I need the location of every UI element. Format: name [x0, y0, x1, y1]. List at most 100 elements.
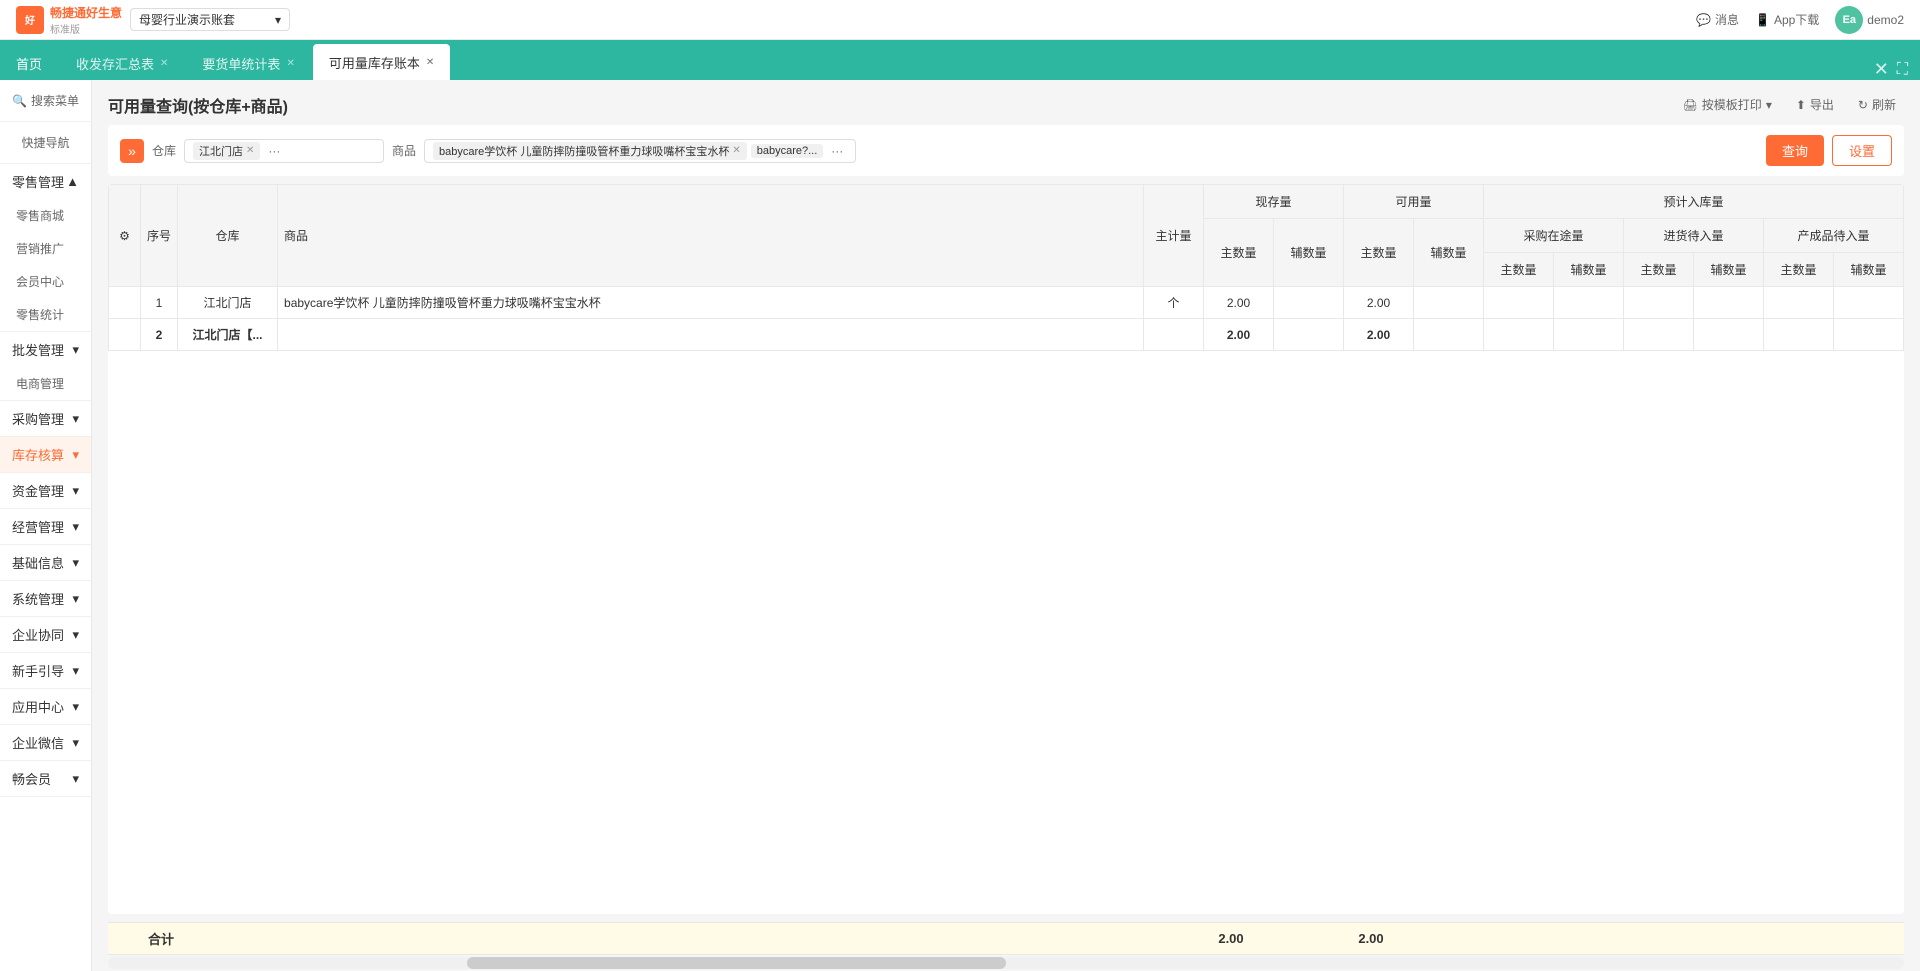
sidebar-section-retail-title[interactable]: 零售管理 ▲ [0, 164, 91, 199]
filter-expand-button[interactable]: » [120, 139, 144, 163]
sidebar: 🔍 搜索菜单 快捷导航 零售管理 ▲ 零售商城 营销推广 会员中心 零售统计 批… [0, 80, 92, 971]
refresh-button[interactable]: ↻ 刷新 [1850, 92, 1904, 117]
sidebar-section-wechat-title[interactable]: 企业微信 ▾ [0, 725, 91, 760]
horizontal-scrollbar[interactable] [108, 957, 1904, 969]
sidebar-item-members[interactable]: 会员中心 [0, 265, 91, 298]
sidebar-section-appstore-title[interactable]: 应用中心 ▾ [0, 689, 91, 724]
settings-icon[interactable]: ⚙ [119, 229, 130, 243]
sidebar-section-finance-title[interactable]: 资金管理 ▾ [0, 473, 91, 508]
sidebar-section-purchase-title[interactable]: 采购管理 ▾ [0, 401, 91, 436]
scrollbar-thumb[interactable] [467, 957, 1006, 969]
tab-close-all: ✕ ⛶ [1862, 59, 1920, 80]
export-button[interactable]: ⬆ 导出 [1788, 92, 1842, 117]
sidebar-section-guide-title[interactable]: 新手引导 ▾ [0, 653, 91, 688]
sidebar-section-basic-title[interactable]: 基础信息 ▾ [0, 545, 91, 580]
row1-available-aux [1414, 287, 1484, 319]
print-button[interactable]: 🖨 按模板打印 ▾ [1675, 92, 1780, 117]
sidebar-section-operations: 经营管理 ▾ [0, 509, 91, 545]
close-all-icon[interactable]: ✕ [1874, 59, 1889, 80]
sidebar-section-enterprise-title[interactable]: 企业协同 ▾ [0, 617, 91, 652]
logo-area: 好 畅捷通好生意 标准版 [16, 4, 122, 36]
app-download-button[interactable]: 📱 App下载 [1755, 11, 1819, 28]
row2-stock-aux [1274, 319, 1344, 351]
sidebar-section-wholesale-title[interactable]: 批发管理 ▾ [0, 332, 91, 367]
filter-action-buttons: 查询 设置 [1766, 135, 1892, 166]
row1-purchase-aux [1554, 287, 1624, 319]
chevron-down-icon11: ▾ [72, 735, 79, 751]
search-menu-button[interactable]: 🔍 搜索菜单 [8, 88, 83, 113]
logo-icon: 好 [16, 6, 44, 34]
product-more[interactable]: ··· [827, 144, 847, 158]
col-purchase-main-header: 主数量 [1484, 253, 1554, 287]
inventory-table: ⚙ 序号 仓库 商品 主计量 现存量 可用量 预计入库量 主数量 辅数量 主数量 [108, 184, 1904, 351]
row2-available-aux [1414, 319, 1484, 351]
row1-settings [109, 287, 141, 319]
warehouse-tag-close[interactable]: ✕ [246, 145, 254, 156]
col-incoming-group-header: 进货待入量 [1624, 219, 1764, 253]
col-forecast-group-header: 预计入库量 [1484, 185, 1904, 219]
col-stock-aux-header: 辅数量 [1274, 219, 1344, 287]
message-button[interactable]: 💬 消息 [1696, 11, 1739, 28]
settings-button[interactable]: 设置 [1832, 135, 1892, 166]
sidebar-section-wholesale: 批发管理 ▾ 电商管理 [0, 332, 91, 401]
fullscreen-icon[interactable]: ⛶ [1897, 61, 1908, 79]
product-tag-1: babycare学饮杯 儿童防摔防撞吸管杯重力球吸嘴杯宝宝水杯 ✕ [433, 142, 747, 160]
sidebar-item-marketing[interactable]: 营销推广 [0, 232, 91, 265]
sidebar-item-quicknav[interactable]: 快捷导航 [0, 126, 91, 159]
chevron-down-icon4: ▾ [72, 483, 79, 499]
sidebar-section-operations-title[interactable]: 经营管理 ▾ [0, 509, 91, 544]
sidebar-section-finance: 资金管理 ▾ [0, 473, 91, 509]
chevron-up-icon: ▲ [66, 174, 79, 189]
tab-requisition-close[interactable]: ✕ [286, 58, 294, 69]
tab-receipts-close[interactable]: ✕ [160, 58, 168, 69]
top-bar: 好 畅捷通好生意 标准版 母婴行业演示账套 ▾ 💬 消息 📱 App下载 Ea … [0, 0, 1920, 40]
chevron-down-icon2: ▾ [72, 411, 79, 427]
tab-home[interactable]: 首页 [0, 46, 58, 80]
top-bar-left: 好 畅捷通好生意 标准版 母婴行业演示账套 ▾ [16, 4, 290, 36]
filter-area: » 仓库 江北门店 ✕ ··· 商品 babycare学饮杯 儿童防摔防撞吸管杯… [108, 125, 1904, 176]
col-num-header: 序号 [141, 185, 178, 287]
top-bar-right: 💬 消息 📱 App下载 Ea demo2 [1696, 6, 1904, 34]
tab-inventory[interactable]: 可用量库存账本 ✕ [313, 44, 450, 80]
row1-available-main: 2.00 [1344, 287, 1414, 319]
export-icon: ⬆ [1796, 98, 1806, 112]
product-filter-input[interactable]: babycare学饮杯 儿童防摔防撞吸管杯重力球吸嘴杯宝宝水杯 ✕ babyca… [424, 139, 856, 163]
col-unit-header: 主计量 [1144, 185, 1204, 287]
col-production-group-header: 产成品待入量 [1764, 219, 1904, 253]
chevron-down-icon12: ▾ [72, 771, 79, 787]
row1-stock-main: 2.00 [1204, 287, 1274, 319]
chevron-down-icon7: ▾ [72, 591, 79, 607]
footer-available-main: 2.00 [1336, 931, 1406, 946]
row2-num: 2 [141, 319, 178, 351]
row2-stock-main: 2.00 [1204, 319, 1274, 351]
app-icon: 📱 [1755, 13, 1770, 27]
chevron-down-icon10: ▾ [72, 699, 79, 715]
warehouse-label: 仓库 [152, 142, 176, 159]
message-icon: 💬 [1696, 13, 1711, 27]
warehouse-tag: 江北门店 ✕ [193, 142, 260, 160]
sidebar-section-member-title[interactable]: 畅会员 ▾ [0, 761, 91, 796]
sidebar-section-inventory-title[interactable]: 库存核算 ▾ [0, 437, 91, 472]
row1-incoming-main [1624, 287, 1694, 319]
warehouse-filter-input[interactable]: 江北门店 ✕ ··· [184, 139, 384, 163]
user-profile[interactable]: Ea demo2 [1835, 6, 1904, 34]
col-stock-group-header: 现存量 [1204, 185, 1344, 219]
sidebar-item-ecommerce[interactable]: 电商管理 [0, 367, 91, 400]
tab-requisition-label: 要货单统计表 [202, 54, 280, 73]
sidebar-item-retail-store[interactable]: 零售商城 [0, 199, 91, 232]
product-tag-1-close[interactable]: ✕ [732, 145, 740, 156]
col-incoming-main-header: 主数量 [1624, 253, 1694, 287]
col-purchase-aux-header: 辅数量 [1554, 253, 1624, 287]
sidebar-item-retail-stats[interactable]: 零售统计 [0, 298, 91, 331]
col-stock-main-header: 主数量 [1204, 219, 1274, 287]
sidebar-section-system-title[interactable]: 系统管理 ▾ [0, 581, 91, 616]
tab-requisition[interactable]: 要货单统计表 ✕ [186, 46, 310, 80]
warehouse-more[interactable]: ··· [264, 144, 284, 158]
tab-receipts[interactable]: 收发存汇总表 ✕ [60, 46, 184, 80]
sidebar-section-member: 畅会员 ▾ [0, 761, 91, 797]
row2-product [278, 319, 1144, 351]
col-production-main-header: 主数量 [1764, 253, 1834, 287]
tab-inventory-close[interactable]: ✕ [426, 57, 434, 68]
query-button[interactable]: 查询 [1766, 135, 1824, 166]
industry-select[interactable]: 母婴行业演示账套 ▾ [130, 8, 290, 31]
